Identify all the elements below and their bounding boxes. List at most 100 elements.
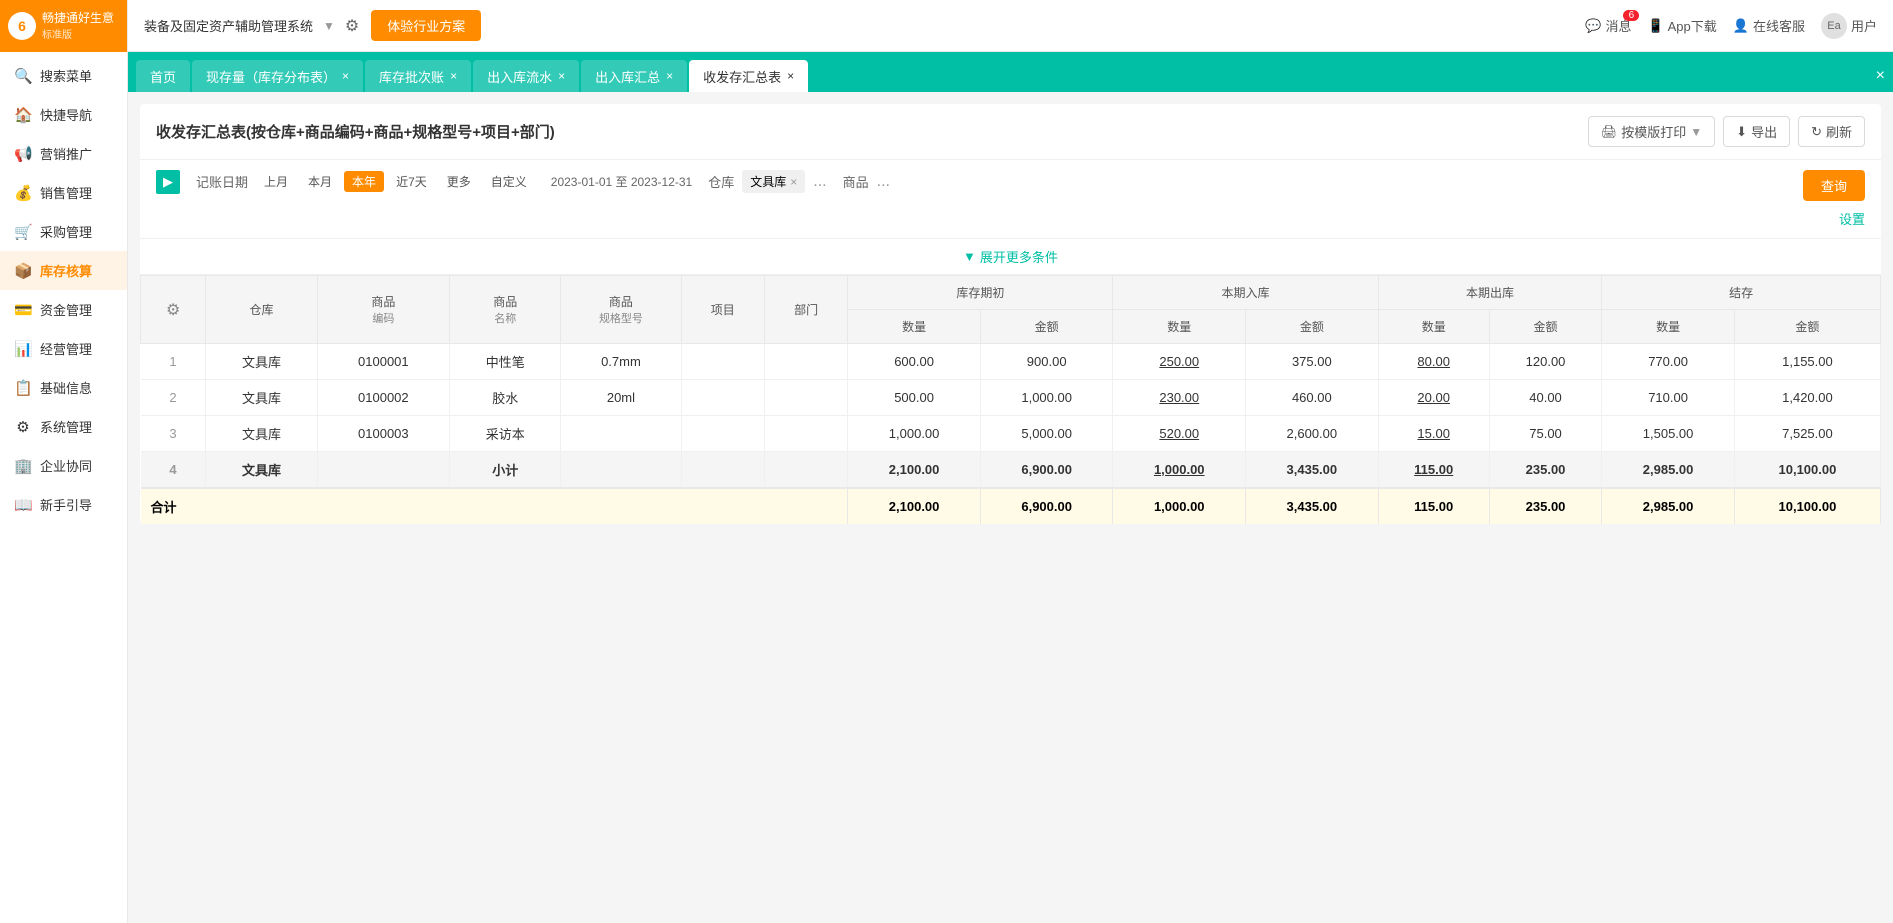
row-in-qty[interactable]: 230.00 xyxy=(1113,380,1246,416)
row-open-amt: 1,000.00 xyxy=(980,380,1113,416)
table-settings-icon[interactable]: ⚙ xyxy=(166,302,180,319)
goods-more[interactable]: ... xyxy=(877,173,890,191)
app-download-label: App下载 xyxy=(1668,16,1717,35)
sidebar-item-marketing[interactable]: 📢营销推广 xyxy=(0,134,127,173)
tab-close-in-out-flow[interactable]: × xyxy=(558,70,565,82)
sidebar-item-assets[interactable]: 💳资金管理 xyxy=(0,290,127,329)
settings-link[interactable]: 设置 xyxy=(1839,209,1865,228)
sidebar-icon-basic-info: 📋 xyxy=(14,379,32,397)
message-item[interactable]: 💬 消息 6 xyxy=(1585,16,1631,35)
sidebar-item-quick-nav[interactable]: 🏠快捷导航 xyxy=(0,95,127,134)
row-dept xyxy=(764,344,847,380)
row-in-qty[interactable]: 520.00 xyxy=(1113,416,1246,452)
tab-in-out-summary[interactable]: 出入库汇总× xyxy=(581,60,687,92)
out-qty-link[interactable]: 15.00 xyxy=(1417,426,1450,441)
row-out-qty[interactable]: 20.00 xyxy=(1378,380,1489,416)
row-num: 3 xyxy=(141,416,206,452)
in-qty-link[interactable]: 520.00 xyxy=(1159,426,1199,441)
export-button[interactable]: ⬇ 导出 xyxy=(1723,116,1790,147)
query-button[interactable]: 查询 xyxy=(1803,170,1865,201)
col-dept-header: 部门 xyxy=(764,276,847,344)
tab-bar-close-button[interactable]: × xyxy=(1876,67,1885,85)
online-service-item[interactable]: 👤 在线客服 xyxy=(1733,16,1805,35)
sidebar-item-purchase[interactable]: 🛒采购管理 xyxy=(0,212,127,251)
app-download-item[interactable]: 📱 App下载 xyxy=(1647,16,1716,35)
sidebar-item-enterprise[interactable]: 🏢企业协同 xyxy=(0,446,127,485)
row-in-qty[interactable]: 1,000.00 xyxy=(1113,452,1246,489)
row-warehouse: 文具库 xyxy=(206,344,317,380)
tab-home[interactable]: 首页 xyxy=(136,60,190,92)
date-btn-本月[interactable]: 本月 xyxy=(300,171,340,192)
page-title: 收发存汇总表(按仓库+商品编码+商品+规格型号+项目+部门) xyxy=(156,121,555,142)
warehouse-more[interactable]: ... xyxy=(813,173,826,191)
tab-in-out-flow[interactable]: 出入库流水× xyxy=(473,60,579,92)
date-btn-更多[interactable]: 更多 xyxy=(439,171,479,192)
sidebar-item-sales[interactable]: 💰销售管理 xyxy=(0,173,127,212)
trial-button[interactable]: 体验行业方案 xyxy=(371,10,481,41)
print-button[interactable]: 🖨 按模版打印 ▼ xyxy=(1588,116,1715,147)
sidebar-icon-marketing: 📢 xyxy=(14,145,32,163)
date-btn-近7天[interactable]: 近7天 xyxy=(388,171,435,192)
expand-icon: ▼ xyxy=(963,249,976,264)
tab-batch-account[interactable]: 库存批次账× xyxy=(365,60,471,92)
header-settings-icon[interactable]: ⚙ xyxy=(345,16,359,36)
row-out-qty[interactable]: 80.00 xyxy=(1378,344,1489,380)
row-out-qty[interactable]: 115.00 xyxy=(1378,452,1489,489)
online-service-label: 在线客服 xyxy=(1753,16,1805,35)
row-name: 小计 xyxy=(450,452,561,489)
out-qty-link[interactable]: 115.00 xyxy=(1414,462,1453,477)
out-qty-link[interactable]: 20.00 xyxy=(1417,390,1450,405)
sidebar-icon-newbie: 📖 xyxy=(14,496,32,514)
refresh-label: 刷新 xyxy=(1826,122,1852,141)
tab-stock-distribution[interactable]: 现存量（库存分布表）× xyxy=(192,60,363,92)
row-num: 1 xyxy=(141,344,206,380)
tab-close-recv-send-summary[interactable]: × xyxy=(787,70,794,82)
out-qty-link[interactable]: 80.00 xyxy=(1417,354,1450,369)
col-opening-amt-header: 金额 xyxy=(980,310,1113,344)
row-out-amt: 75.00 xyxy=(1489,416,1602,452)
header-left: 装备及固定资产辅助管理系统 ▼ ⚙ xyxy=(144,16,359,36)
warehouse-tag-close[interactable]: × xyxy=(790,175,797,189)
header-right: 💬 消息 6 📱 App下载 👤 在线客服 Ea 用户 xyxy=(1585,13,1877,39)
date-btn-上月[interactable]: 上月 xyxy=(256,171,296,192)
printer-icon: 🖨 xyxy=(1601,124,1618,140)
system-dropdown-icon[interactable]: ▼ xyxy=(323,19,335,33)
row-out-qty[interactable]: 15.00 xyxy=(1378,416,1489,452)
in-qty-link[interactable]: 250.00 xyxy=(1159,354,1199,369)
row-spec: 0.7mm xyxy=(561,344,681,380)
col-closing-header: 结存 xyxy=(1602,276,1881,310)
in-qty-link[interactable]: 1,000.00 xyxy=(1154,462,1205,477)
tab-close-in-out-summary[interactable]: × xyxy=(666,70,673,82)
sidebar-label-newbie: 新手引导 xyxy=(40,495,92,514)
row-open-qty: 500.00 xyxy=(848,380,981,416)
sidebar-item-operations[interactable]: 📊经营管理 xyxy=(0,329,127,368)
expand-row: ▼ 展开更多条件 xyxy=(140,239,1881,275)
sidebar-icon-purchase: 🛒 xyxy=(14,223,32,241)
tab-close-batch-account[interactable]: × xyxy=(450,70,457,82)
row-close-qty: 770.00 xyxy=(1602,344,1735,380)
collapse-arrow[interactable]: ▶ xyxy=(156,170,180,194)
row-spec xyxy=(561,416,681,452)
refresh-button[interactable]: ↻ 刷新 xyxy=(1798,116,1865,147)
sidebar-label-enterprise: 企业协同 xyxy=(40,456,92,475)
row-in-qty[interactable]: 250.00 xyxy=(1113,344,1246,380)
col-in-amt-header: 金额 xyxy=(1246,310,1379,344)
sidebar-item-inventory[interactable]: 📦库存核算 xyxy=(0,251,127,290)
sidebar-item-basic-info[interactable]: 📋基础信息 xyxy=(0,368,127,407)
date-btn-自定义[interactable]: 自定义 xyxy=(483,171,535,192)
col-settings-header[interactable]: ⚙ xyxy=(141,276,206,344)
row-warehouse: 文具库 xyxy=(206,380,317,416)
sidebar-item-newbie[interactable]: 📖 新手引导 xyxy=(0,485,127,524)
row-name: 采访本 xyxy=(450,416,561,452)
sidebar-item-system[interactable]: ⚙系统管理 xyxy=(0,407,127,446)
sidebar-item-search[interactable]: 🔍搜索菜单 xyxy=(0,56,127,95)
warehouse-tag[interactable]: 文具库 × xyxy=(742,170,805,193)
expand-button[interactable]: ▼ 展开更多条件 xyxy=(963,247,1058,266)
date-btn-本年[interactable]: 本年 xyxy=(344,171,384,192)
tab-label-home: 首页 xyxy=(150,67,176,86)
in-qty-link[interactable]: 230.00 xyxy=(1159,390,1199,405)
user-item[interactable]: Ea 用户 xyxy=(1821,13,1877,39)
tab-close-stock-distribution[interactable]: × xyxy=(342,70,349,82)
sidebar-label-sales: 销售管理 xyxy=(40,183,92,202)
tab-recv-send-summary[interactable]: 收发存汇总表× xyxy=(689,60,808,92)
